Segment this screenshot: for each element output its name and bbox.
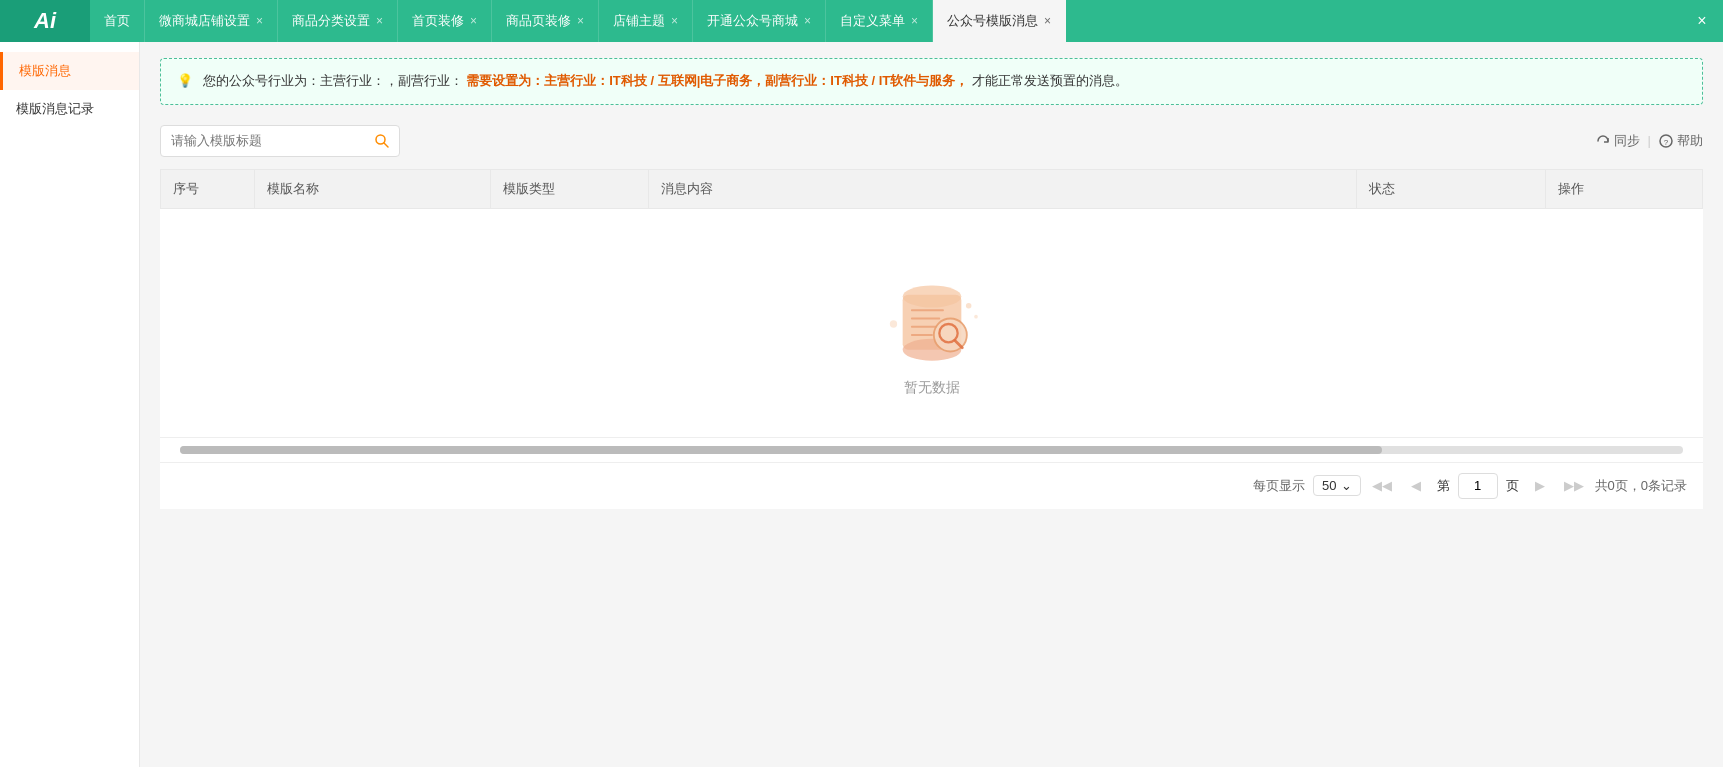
data-table: 序号模版名称模版类型消息内容状态操作 xyxy=(160,169,1703,209)
help-button[interactable]: ? 帮助 xyxy=(1659,132,1703,150)
tab-close-home-deco[interactable]: × xyxy=(470,14,477,28)
divider: | xyxy=(1648,133,1651,148)
app-logo: Ai xyxy=(0,0,90,42)
tab-close-template-msg[interactable]: × xyxy=(1044,14,1051,28)
window-close-button[interactable]: × xyxy=(1681,0,1723,42)
toolbar-right: 同步 | ? 帮助 xyxy=(1596,132,1703,150)
chevron-down-icon: ⌄ xyxy=(1341,478,1352,493)
notice-suffix: 才能正常发送预置的消息。 xyxy=(972,73,1128,88)
tab-close-custom-menu[interactable]: × xyxy=(911,14,918,28)
col-header-action: 操作 xyxy=(1545,169,1702,208)
tab-close-shop-theme[interactable]: × xyxy=(671,14,678,28)
horizontal-scrollbar[interactable] xyxy=(180,446,1683,454)
nav-tab-wechat-shop[interactable]: 微商城店铺设置× xyxy=(145,0,278,42)
page-unit: 页 xyxy=(1506,477,1519,495)
search-button[interactable] xyxy=(364,125,400,157)
svg-line-1 xyxy=(384,143,388,147)
col-header-seq: 序号 xyxy=(161,169,255,208)
nav-tab-shop-theme[interactable]: 店铺主题× xyxy=(599,0,693,42)
search-bar: 同步 | ? 帮助 xyxy=(160,125,1703,157)
notice-prefix: 您的公众号行业为：主营行业：，副营行业： xyxy=(203,73,463,88)
svg-point-15 xyxy=(974,315,978,319)
empty-state: 暂无数据 xyxy=(160,209,1703,437)
top-navbar: Ai 首页微商城店铺设置×商品分类设置×首页装修×商品页装修×店铺主题×开通公众… xyxy=(0,0,1723,42)
nav-tab-product-cat[interactable]: 商品分类设置× xyxy=(278,0,398,42)
page-size-label: 每页显示 xyxy=(1253,477,1305,495)
total-info: 共0页，0条记录 xyxy=(1595,477,1687,495)
page-label: 第 xyxy=(1437,477,1450,495)
help-label: 帮助 xyxy=(1677,132,1703,150)
page-number-input[interactable] xyxy=(1458,473,1498,499)
col-header-type: 模版类型 xyxy=(491,169,648,208)
main-layout: 模版消息模版消息记录 💡 您的公众号行业为：主营行业：，副营行业： 需要设置为：… xyxy=(0,42,1723,767)
col-header-status: 状态 xyxy=(1356,169,1545,208)
svg-point-14 xyxy=(965,303,971,309)
nav-tab-template-msg[interactable]: 公众号模版消息× xyxy=(933,0,1066,42)
nav-tab-custom-menu[interactable]: 自定义菜单× xyxy=(826,0,933,42)
nav-tabs: 首页微商城店铺设置×商品分类设置×首页装修×商品页装修×店铺主题×开通公众号商城… xyxy=(90,0,1681,42)
page-size-value: 50 xyxy=(1322,478,1336,493)
scrollbar-thumb[interactable] xyxy=(180,446,1382,454)
svg-text:?: ? xyxy=(1664,137,1669,146)
sidebar: 模版消息模版消息记录 xyxy=(0,42,140,767)
col-header-content: 消息内容 xyxy=(648,169,1356,208)
empty-illustration xyxy=(877,269,987,379)
table-header-row: 序号模版名称模版类型消息内容状态操作 xyxy=(161,169,1703,208)
tab-close-open-mall[interactable]: × xyxy=(804,14,811,28)
nav-tab-home-deco[interactable]: 首页装修× xyxy=(398,0,492,42)
nav-tab-product-deco[interactable]: 商品页装修× xyxy=(492,0,599,42)
col-header-name: 模版名称 xyxy=(255,169,491,208)
next-page-button[interactable]: ▶ xyxy=(1527,473,1553,499)
tab-close-product-deco[interactable]: × xyxy=(577,14,584,28)
tab-close-product-cat[interactable]: × xyxy=(376,14,383,28)
tab-close-wechat-shop[interactable]: × xyxy=(256,14,263,28)
sync-icon xyxy=(1596,134,1610,148)
bulb-icon: 💡 xyxy=(177,73,193,88)
first-page-button[interactable]: ◀◀ xyxy=(1369,473,1395,499)
nav-tab-open-mall[interactable]: 开通公众号商城× xyxy=(693,0,826,42)
help-icon: ? xyxy=(1659,134,1673,148)
empty-text: 暂无数据 xyxy=(904,379,960,397)
scrollbar-area[interactable] xyxy=(160,437,1703,462)
svg-point-16 xyxy=(889,320,896,327)
table-header: 序号模版名称模版类型消息内容状态操作 xyxy=(161,169,1703,208)
notice-highlight: 需要设置为：主营行业：IT科技 / 互联网|电子商务，副营行业：IT科技 / I… xyxy=(466,73,968,88)
notice-banner: 💡 您的公众号行业为：主营行业：，副营行业： 需要设置为：主营行业：IT科技 /… xyxy=(160,58,1703,105)
pagination: 每页显示 50 ⌄ ◀◀ ◀ 第 页 ▶ ▶▶ 共0页，0条记录 xyxy=(160,462,1703,509)
search-icon xyxy=(374,133,390,149)
nav-tab-home[interactable]: 首页 xyxy=(90,0,145,42)
sidebar-item-template-msg[interactable]: 模版消息 xyxy=(0,52,139,90)
prev-page-button[interactable]: ◀ xyxy=(1403,473,1429,499)
search-input-wrap xyxy=(160,125,400,157)
sync-label: 同步 xyxy=(1614,132,1640,150)
content-area: 💡 您的公众号行业为：主营行业：，副营行业： 需要设置为：主营行业：IT科技 /… xyxy=(140,42,1723,767)
sync-button[interactable]: 同步 xyxy=(1596,132,1640,150)
last-page-button[interactable]: ▶▶ xyxy=(1561,473,1587,499)
table-container: 序号模版名称模版类型消息内容状态操作 xyxy=(160,169,1703,462)
sidebar-item-template-msg-log[interactable]: 模版消息记录 xyxy=(0,90,139,128)
page-size-select[interactable]: 50 ⌄ xyxy=(1313,475,1360,496)
